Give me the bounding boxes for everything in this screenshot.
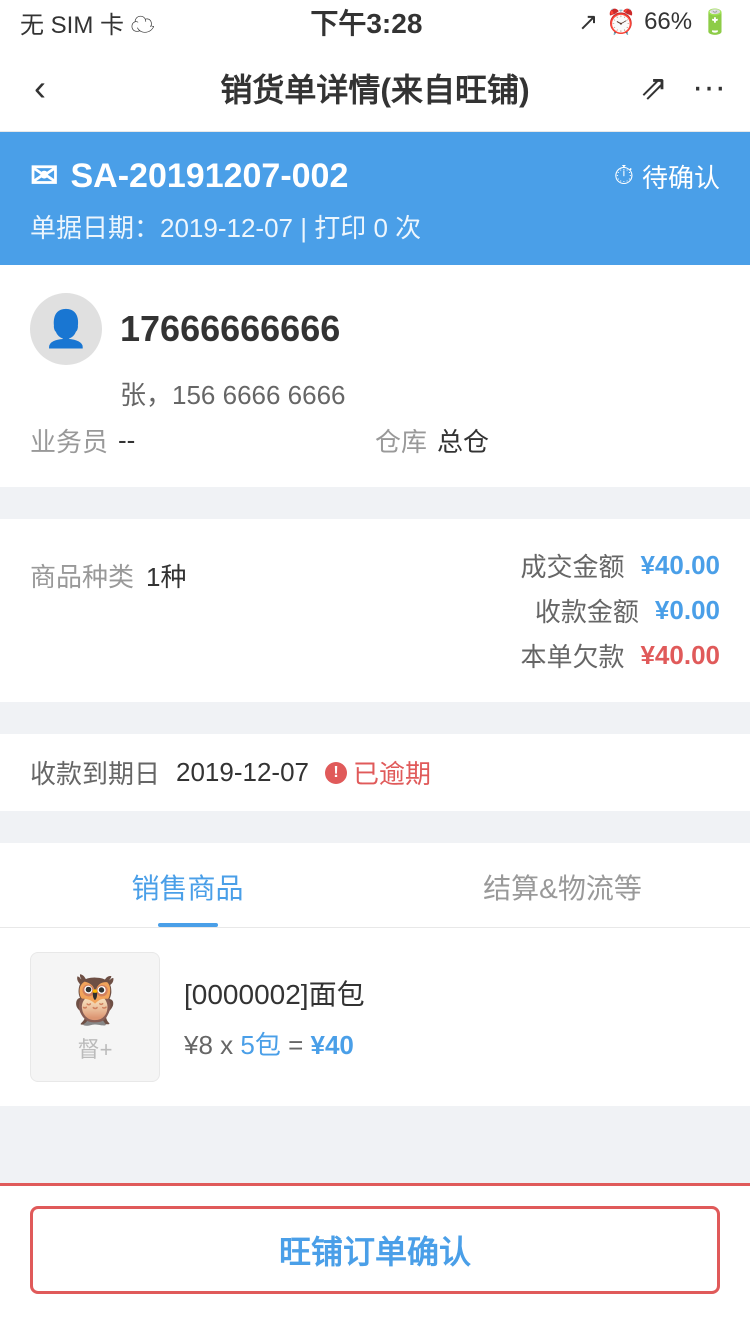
customer-card: 👤 17666666666 张，156 6666 6666 业务员 -- 仓库 …: [0, 265, 750, 487]
received-value: ¥0.00: [655, 595, 720, 626]
nav-actions: ⇗ ···: [640, 68, 726, 108]
order-icon: ✉: [30, 156, 59, 196]
warehouse-value: 总仓: [437, 422, 489, 459]
owed-label: 本单欠款: [520, 637, 624, 674]
order-id-row: ✉ SA-20191207-002 ⏱ 待确认: [30, 156, 720, 196]
product-section: 🦉 督+ [0000002]面包 ¥8 x 5包 = ¥40: [0, 928, 750, 1106]
order-status: ⏱ 待确认: [614, 158, 720, 195]
status-left: 无 SIM 卡 ☁: [20, 5, 155, 40]
tabs-container: 销售商品 结算&物流等: [0, 843, 750, 928]
order-status-text: 待确认: [642, 158, 720, 195]
confirm-button-label: 旺铺订单确认: [279, 1227, 471, 1273]
divider-2: [0, 718, 750, 734]
thumb-inner: 🦉 督+: [65, 971, 125, 1064]
received-label: 收款金额: [535, 592, 639, 629]
warehouse-label: 仓库: [375, 422, 427, 459]
owed-value: ¥40.00: [640, 640, 720, 671]
salesperson-value: --: [118, 425, 135, 456]
customer-name: 张，156 6666 6666: [30, 375, 720, 412]
confirm-order-button[interactable]: 旺铺订单确认: [30, 1206, 720, 1294]
order-date-text: 单据日期：2019-12-07: [30, 213, 293, 243]
brand-label: 督+: [78, 1032, 113, 1064]
sim-status: 无 SIM 卡 ☁: [20, 5, 155, 40]
price-equals: =: [288, 1030, 303, 1060]
brand-owl-icon: 🦉: [65, 971, 125, 1028]
due-label: 收款到期日: [30, 754, 160, 791]
owed-row: 本单欠款 ¥40.00: [520, 637, 720, 674]
avatar: 👤: [30, 293, 102, 365]
status-time: 下午3:28: [310, 2, 422, 42]
amount-row: 成交金额 ¥40.00: [520, 547, 720, 584]
overdue-badge: ! 已逾期: [325, 754, 431, 791]
summary-card: 商品种类 1种 成交金额 ¥40.00 收款金额 ¥0.00 本单欠款 ¥40.…: [0, 519, 750, 702]
status-bar: 无 SIM 卡 ☁ 下午3:28 ↗ ⏰ 66% 🔋: [0, 0, 750, 44]
divider-3: [0, 827, 750, 843]
salesperson-label: 业务员: [30, 422, 108, 459]
due-date-value: 2019-12-07: [176, 757, 309, 788]
battery-level: 66%: [644, 8, 692, 36]
overdue-text: 已逾期: [353, 754, 431, 791]
product-type-value: 1种: [146, 557, 186, 594]
received-row: 收款金额 ¥0.00: [535, 592, 720, 629]
battery-icon: 🔋: [700, 8, 730, 37]
product-info: [0000002]面包 ¥8 x 5包 = ¥40: [184, 973, 720, 1062]
tabs-row: 销售商品 结算&物流等: [0, 843, 750, 928]
product-qty: 5包: [240, 1030, 280, 1060]
summary-left: 商品种类 1种: [30, 547, 520, 598]
overdue-icon: !: [325, 762, 347, 784]
tab-settlement[interactable]: 结算&物流等: [375, 843, 750, 927]
page-title: 销货单详情(来自旺铺): [220, 65, 529, 111]
amount-label: 成交金额: [520, 547, 624, 584]
due-date-card: 收款到期日 2019-12-07 ! 已逾期: [0, 734, 750, 811]
product-total: ¥40: [311, 1030, 354, 1060]
customer-phone: 17666666666: [120, 308, 340, 350]
product-item: 🦉 督+ [0000002]面包 ¥8 x 5包 = ¥40: [30, 952, 720, 1082]
order-print-count: 打印 0 次: [314, 213, 421, 243]
summary-right: 成交金额 ¥40.00 收款金额 ¥0.00 本单欠款 ¥40.00: [520, 547, 720, 674]
avatar-icon: 👤: [44, 308, 89, 350]
salesperson-item: 业务员 --: [30, 422, 375, 459]
tab-sales-label: 销售商品: [131, 873, 243, 904]
divider-1: [0, 503, 750, 519]
bottom-action-bar: 旺铺订单确认: [0, 1183, 750, 1334]
warehouse-item: 仓库 总仓: [375, 422, 720, 459]
order-date-row: 单据日期：2019-12-07 | 打印 0 次: [30, 208, 720, 245]
nav-bar: ‹ 销货单详情(来自旺铺) ⇗ ···: [0, 44, 750, 132]
order-header: ✉ SA-20191207-002 ⏱ 待确认 单据日期：2019-12-07 …: [0, 132, 750, 265]
product-type-label: 商品种类: [30, 557, 134, 594]
tab-settlement-label: 结算&物流等: [483, 873, 642, 904]
tab-sales-products[interactable]: 销售商品: [0, 843, 375, 927]
customer-meta: 业务员 -- 仓库 总仓: [30, 422, 720, 459]
product-name: [0000002]面包: [184, 973, 720, 1013]
back-button[interactable]: ‹: [24, 57, 56, 119]
location-icon: ↗: [578, 8, 598, 37]
product-thumbnail: 🦉 督+: [30, 952, 160, 1082]
product-price-row: ¥8 x 5包 = ¥40: [184, 1025, 720, 1062]
clock-icon: ⏱: [614, 160, 634, 192]
amount-value: ¥40.00: [640, 550, 720, 581]
more-button[interactable]: ···: [692, 68, 726, 107]
order-id-text: SA-20191207-002: [71, 157, 349, 196]
order-id: ✉ SA-20191207-002: [30, 156, 348, 196]
price-base: ¥8 x: [184, 1030, 233, 1060]
order-separator: |: [300, 213, 314, 243]
summary-section: 商品种类 1种 成交金额 ¥40.00 收款金额 ¥0.00 本单欠款 ¥40.…: [30, 547, 720, 674]
product-type-row: 商品种类 1种: [30, 557, 520, 594]
customer-top: 👤 17666666666: [30, 293, 720, 365]
status-right: ↗ ⏰ 66% 🔋: [578, 8, 730, 37]
alarm-icon: ⏰: [606, 8, 636, 37]
share-button[interactable]: ⇗: [640, 68, 669, 108]
